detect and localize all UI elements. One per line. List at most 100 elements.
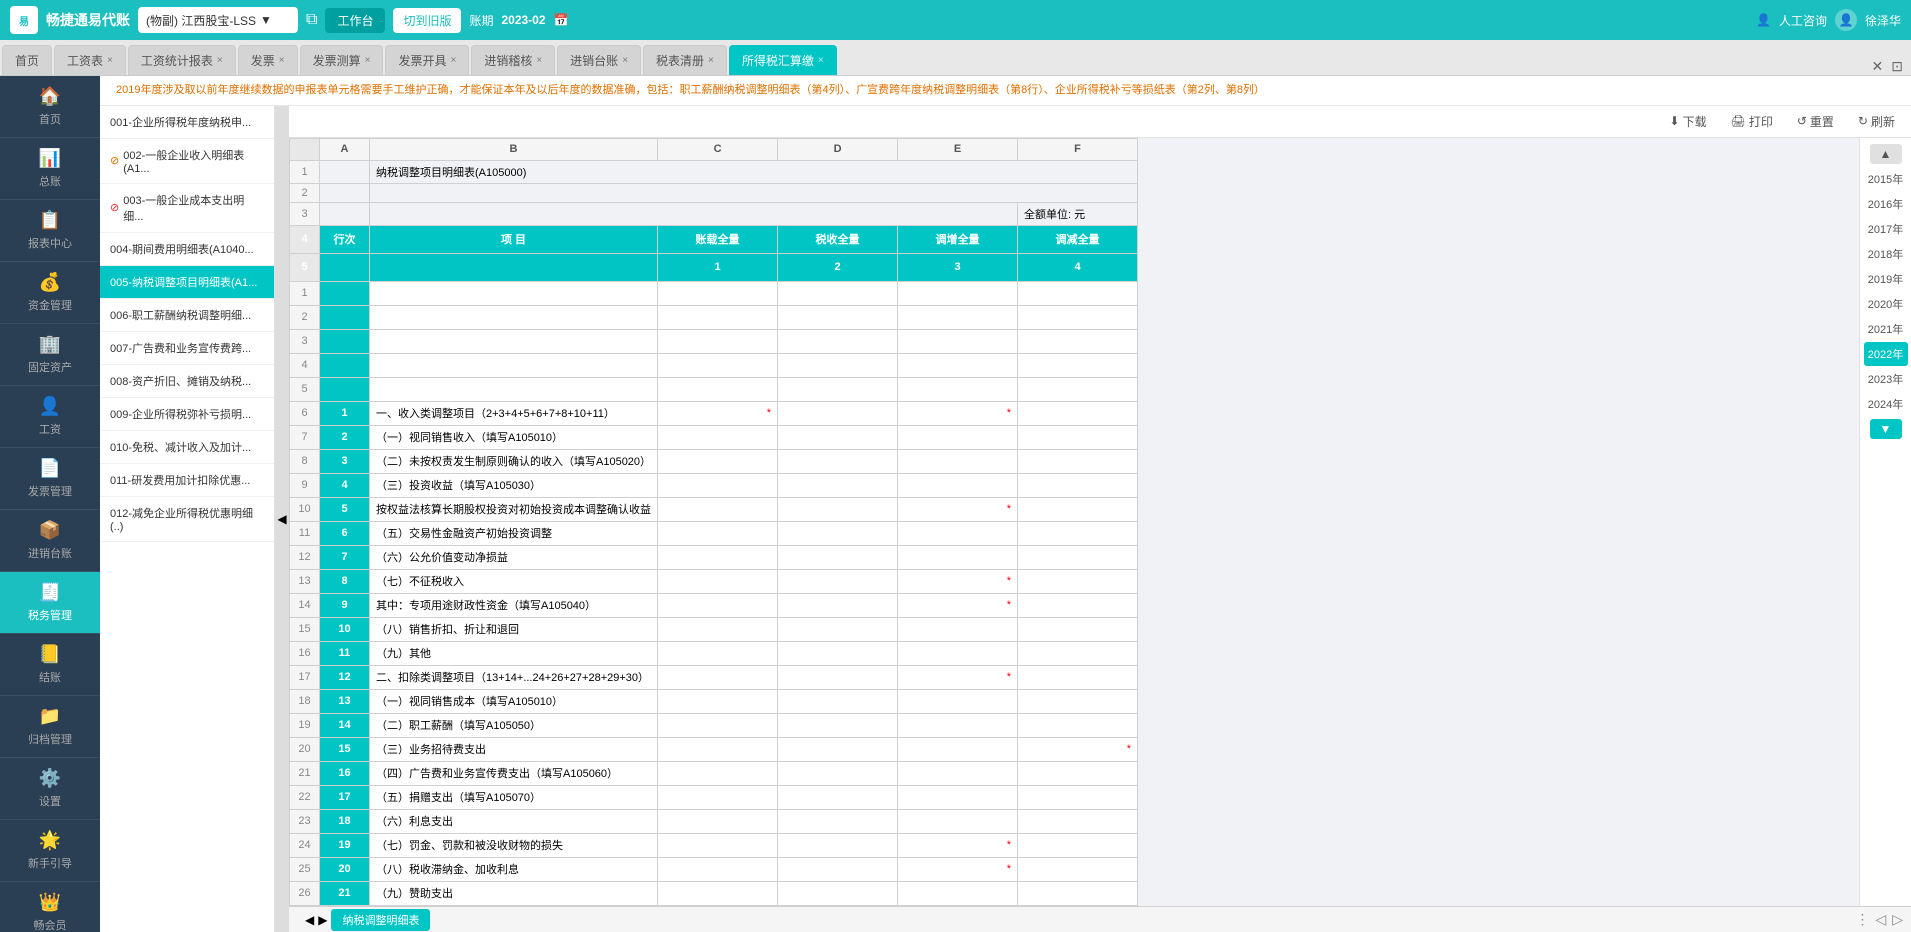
left-nav-item-4[interactable]: 005-纳税调整项目明细表(A1... [100,266,274,299]
cell-2[interactable] [320,305,370,329]
item-cell-22[interactable]: （五）捐赠支出（填写A105070） [370,785,658,809]
left-nav-item-3[interactable]: 004-期间费用明细表(A1040... [100,233,274,266]
cell-23[interactable] [778,809,898,833]
cell-25[interactable]: * [898,857,1018,881]
download-button[interactable]: ⬇ 下载 [1664,111,1713,132]
cell-9[interactable]: 9 [290,473,320,497]
cell-10[interactable] [778,497,898,521]
cell-13[interactable] [1018,569,1138,593]
company-selector[interactable]: (物副) 江西股宝-LSS ▼ [138,7,298,33]
cell-18[interactable] [1018,689,1138,713]
item-cell-4[interactable] [370,353,658,377]
cell-18[interactable] [658,689,778,713]
table-row[interactable]: 1 [290,281,1138,305]
tab-首页[interactable]: 首页 [2,45,52,75]
cell-1[interactable]: 1 [290,281,320,305]
item-cell-18[interactable]: （一）视同销售成本（填写A105010） [370,689,658,713]
item-cell-26[interactable]: （九）赞助支出 [370,881,658,905]
table-row[interactable]: 1712二、扣除类调整项目（13+14+...24+26+27+28+29+30… [290,665,1138,689]
tab-close-icon[interactable]: × [708,55,714,66]
cell-2[interactable]: 2 [290,305,320,329]
copy-icon[interactable]: ⧉ [306,11,317,29]
cell-24[interactable]: * [898,833,1018,857]
cell-3[interactable] [1018,329,1138,353]
cell-26[interactable] [778,881,898,905]
tab-close-icon[interactable]: × [217,55,223,66]
item-cell-17[interactable]: 二、扣除类调整项目（13+14+...24+26+27+28+29+30） [370,665,658,689]
table-row[interactable]: 1813（一）视同销售成本（填写A105010） [290,689,1138,713]
cell-26[interactable]: 26 [290,881,320,905]
cell-16[interactable]: 16 [290,641,320,665]
item-cell-7[interactable]: （一）视同销售收入（填写A105010） [370,425,658,449]
year-item-2019年[interactable]: 2019年 [1864,267,1908,291]
cell-25[interactable]: 20 [320,857,370,881]
table-row[interactable]: 1510（八）销售折扣、折让和退回 [290,617,1138,641]
item-cell-12[interactable]: （六）公允价值变动净损益 [370,545,658,569]
item-cell-3[interactable] [370,329,658,353]
cell-6[interactable] [1018,401,1138,425]
item-cell-16[interactable]: （九）其他 [370,641,658,665]
cell-3[interactable] [320,329,370,353]
table-row[interactable]: 94（三）投资收益（填写A105030） [290,473,1138,497]
cell-13[interactable]: 13 [290,569,320,593]
cell-10[interactable]: 5 [320,497,370,521]
cell-16[interactable] [778,641,898,665]
cell-17[interactable] [1018,665,1138,689]
year-item-2015年[interactable]: 2015年 [1864,167,1908,191]
cell-1[interactable] [898,281,1018,305]
cell-13[interactable]: 8 [320,569,370,593]
cell-21[interactable] [898,761,1018,785]
cell-23[interactable]: 23 [290,809,320,833]
cell-7[interactable]: 2 [320,425,370,449]
cell-14[interactable]: * [898,593,1018,617]
item-cell-5[interactable] [370,377,658,401]
cell-4[interactable] [658,353,778,377]
cell-20[interactable]: 20 [290,737,320,761]
cell-9[interactable] [898,473,1018,497]
year-item-2024年[interactable]: 2024年 [1864,392,1908,416]
reset-button[interactable]: ↺ 重置 [1791,111,1840,132]
cell-7[interactable] [658,425,778,449]
cell-24[interactable] [658,833,778,857]
cell-23[interactable] [1018,809,1138,833]
cell-3[interactable] [658,329,778,353]
sidebar-item-报表中心[interactable]: 📋报表中心 [0,200,100,262]
cell-21[interactable] [778,761,898,785]
item-cell-9[interactable]: （三）投资收益（填写A105030） [370,473,658,497]
table-row[interactable]: 149 其中：专项用途财政性资金（填写A105040）* [290,593,1138,617]
tab-close-icon[interactable]: × [279,55,285,66]
table-row[interactable]: 2318（六）利息支出 [290,809,1138,833]
cell-12[interactable]: 12 [290,545,320,569]
scroll-right-icon[interactable]: ▶ [318,913,327,927]
cell-14[interactable] [1018,593,1138,617]
cell-15[interactable] [778,617,898,641]
table-row[interactable]: 83（二）未按权责发生制原则确认的收入（填写A105020） [290,449,1138,473]
left-nav-item-8[interactable]: 009-企业所得税弥补亏损明... [100,398,274,431]
year-item-2023年[interactable]: 2023年 [1864,367,1908,391]
cell-13[interactable] [778,569,898,593]
cell-17[interactable] [778,665,898,689]
cell-2[interactable] [1018,305,1138,329]
cell-4[interactable] [320,353,370,377]
cell-6[interactable]: * [658,401,778,425]
cell-19[interactable]: 19 [290,713,320,737]
cell-6[interactable]: * [898,401,1018,425]
item-cell-14[interactable]: 其中：专项用途财政性资金（填写A105040） [370,593,658,617]
cell-17[interactable]: * [898,665,1018,689]
cell-11[interactable] [658,521,778,545]
cell-15[interactable] [658,617,778,641]
switch-version-button[interactable]: 切到旧版 [393,8,461,33]
table-row[interactable]: 2520（八）税收滞纳金、加收利息* [290,857,1138,881]
cell-8[interactable] [1018,449,1138,473]
cell-14[interactable] [778,593,898,617]
cell-12[interactable]: 7 [320,545,370,569]
sidebar-item-新手引导[interactable]: 🌟新手引导 [0,820,100,882]
cell-24[interactable] [778,833,898,857]
refresh-button[interactable]: ↻ 刷新 [1852,111,1901,132]
nav-collapse-button[interactable]: ◀ [275,106,289,932]
sidebar-item-固定资产[interactable]: 🏢固定资产 [0,324,100,386]
cell-25[interactable] [658,857,778,881]
table-row[interactable]: 1914（二）职工薪酬（填写A105050） [290,713,1138,737]
cell-10[interactable] [658,497,778,521]
table-row[interactable]: 61一、收入类调整项目（2+3+4+5+6+7+8+10+11）** [290,401,1138,425]
